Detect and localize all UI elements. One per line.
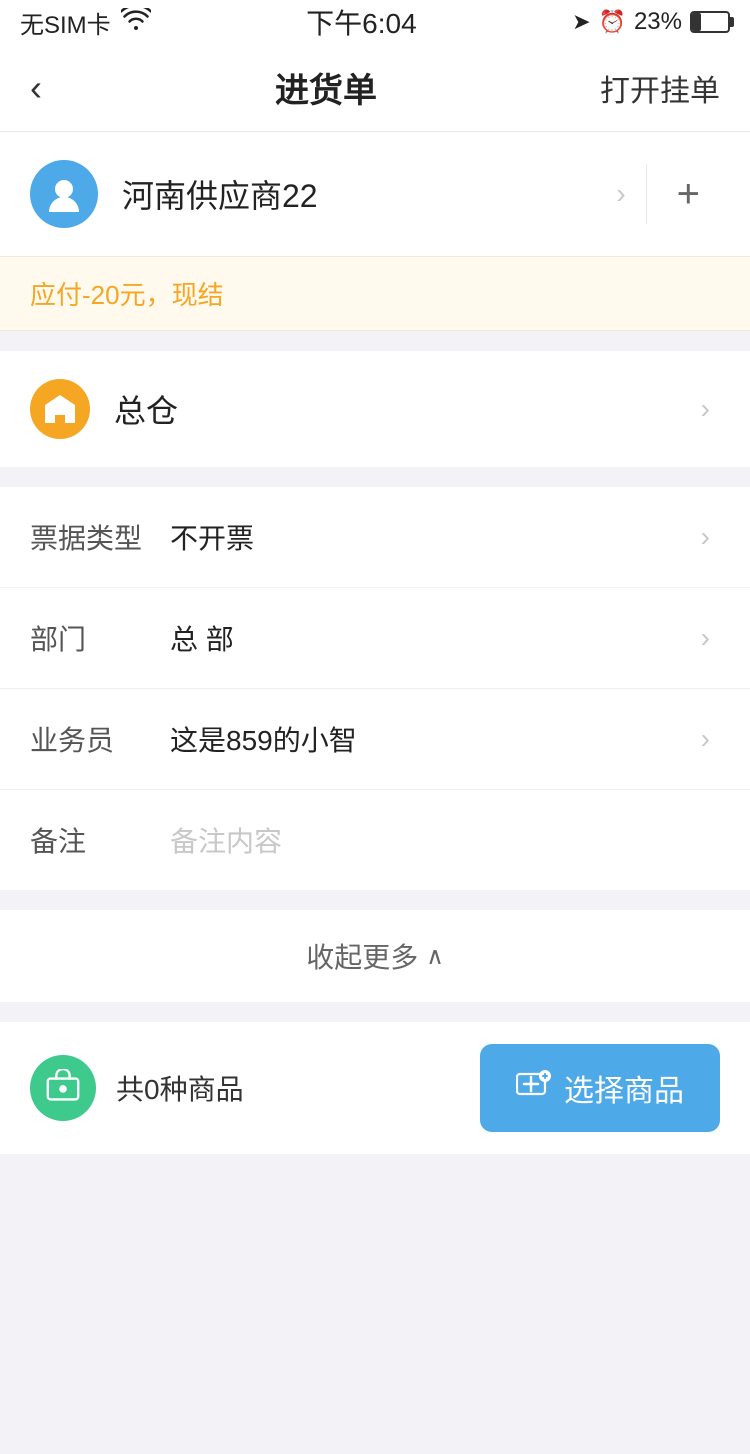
status-left: 无SIM卡	[20, 5, 151, 40]
sales-value: 这是859的小智	[170, 719, 701, 759]
collapse-label: 收起更多	[306, 936, 418, 976]
dept-row[interactable]: 部门 总 部 ›	[0, 588, 750, 689]
invoice-value: 不开票	[170, 517, 701, 557]
location-icon: ➤	[572, 9, 590, 35]
supplier-divider	[646, 164, 647, 224]
supplier-notice: 应付-20元，现结	[0, 256, 750, 331]
warehouse-chevron-icon: ›	[701, 393, 710, 425]
product-bar: 共0种商品 选择商品	[0, 1022, 750, 1154]
warehouse-row[interactable]: 总仓 ›	[0, 351, 750, 467]
invoice-row[interactable]: 票据类型 不开票 ›	[0, 487, 750, 588]
invoice-chevron-icon: ›	[701, 521, 710, 553]
dept-value: 总 部	[170, 618, 701, 658]
sales-label: 业务员	[30, 719, 170, 759]
product-count: 共0种商品	[116, 1068, 480, 1108]
supplier-avatar	[30, 160, 98, 228]
collapse-row[interactable]: 收起更多 ∧	[0, 910, 750, 1002]
dept-label: 部门	[30, 618, 170, 658]
open-pending-button[interactable]: 打开挂单	[600, 66, 720, 110]
wifi-icon	[121, 8, 151, 37]
status-bar: 无SIM卡 下午6:04 ➤ ⏰ 23%	[0, 0, 750, 44]
alarm-icon: ⏰	[599, 9, 626, 35]
product-icon	[30, 1055, 96, 1121]
content: 河南供应商22 › + 应付-20元，现结 总仓 › 票据类型 不开票 › 部门…	[0, 132, 750, 1454]
form-card: 票据类型 不开票 › 部门 总 部 › 业务员 这是859的小智 › 备注 备注…	[0, 487, 750, 890]
supplier-name: 河南供应商22	[122, 171, 616, 217]
invoice-label: 票据类型	[30, 517, 170, 557]
battery-label: 23%	[634, 8, 682, 36]
sales-chevron-icon: ›	[701, 723, 710, 755]
supplier-chevron-icon: ›	[616, 178, 625, 210]
select-product-label: 选择商品	[564, 1066, 684, 1110]
status-time: 下午6:04	[306, 2, 417, 42]
carrier-label: 无SIM卡	[20, 5, 111, 40]
remark-row[interactable]: 备注 备注内容	[0, 790, 750, 890]
nav-bar: ‹ 进货单 打开挂单	[0, 44, 750, 132]
warehouse-icon	[30, 379, 90, 439]
back-button[interactable]: ‹	[20, 57, 52, 119]
warehouse-name: 总仓	[114, 386, 701, 432]
remark-label: 备注	[30, 820, 170, 860]
remark-input[interactable]: 备注内容	[170, 820, 720, 860]
select-product-button[interactable]: 选择商品	[480, 1044, 720, 1132]
status-right: ➤ ⏰ 23%	[572, 8, 730, 36]
dept-chevron-icon: ›	[701, 622, 710, 654]
supplier-row[interactable]: 河南供应商22 › +	[0, 132, 750, 256]
collapse-icon: ∧	[426, 942, 444, 971]
sales-row[interactable]: 业务员 这是859的小智 ›	[0, 689, 750, 790]
warehouse-card: 总仓 ›	[0, 351, 750, 467]
supplier-card: 河南供应商22 › + 应付-20元，现结	[0, 132, 750, 331]
battery-icon	[690, 11, 730, 33]
select-product-icon	[516, 1070, 552, 1106]
bottom-area	[0, 1154, 750, 1454]
add-supplier-button[interactable]: +	[657, 162, 720, 227]
page-title: 进货单	[275, 63, 377, 112]
